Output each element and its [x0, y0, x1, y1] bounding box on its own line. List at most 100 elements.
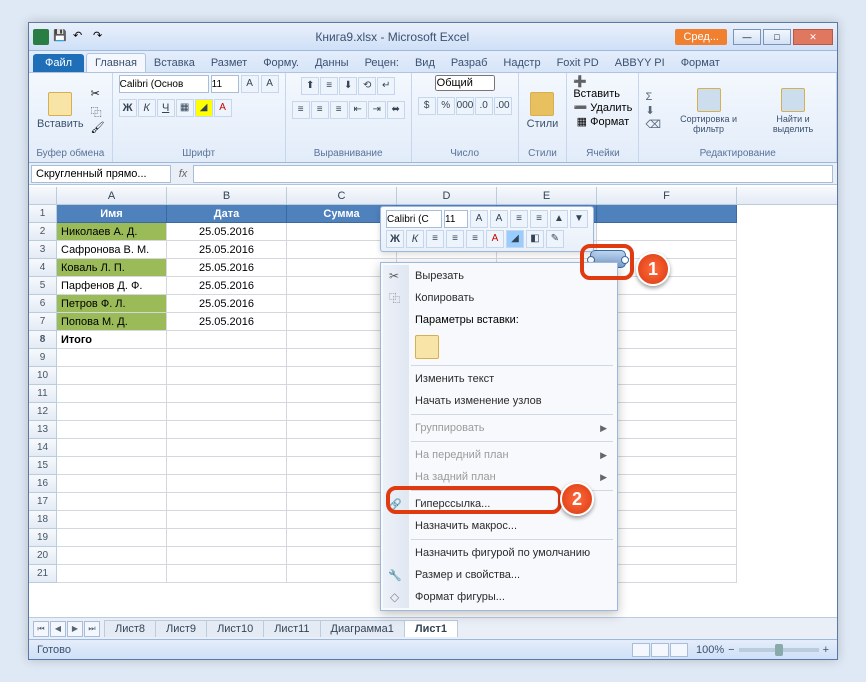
- align-left-icon[interactable]: ≡: [292, 101, 310, 119]
- tab-layout[interactable]: Размет: [203, 54, 255, 72]
- cell[interactable]: [57, 385, 167, 403]
- fx-icon[interactable]: fx: [173, 168, 193, 180]
- tab-formulas[interactable]: Форму.: [255, 54, 307, 72]
- cell[interactable]: [597, 565, 737, 583]
- cell[interactable]: [57, 421, 167, 439]
- view-break-icon[interactable]: [670, 643, 688, 657]
- cell[interactable]: [597, 511, 737, 529]
- sheet-prev-icon[interactable]: ◀: [50, 621, 66, 637]
- row-header[interactable]: 4: [29, 259, 57, 277]
- cells-insert[interactable]: ➕ Вставить: [573, 75, 632, 100]
- context-item-размер-и-свойства[interactable]: Размер и свойства...: [383, 564, 615, 586]
- border-button[interactable]: ▦: [176, 99, 194, 117]
- row-header[interactable]: 16: [29, 475, 57, 493]
- col-header-A[interactable]: A: [57, 187, 167, 204]
- row-header[interactable]: 2: [29, 223, 57, 241]
- cell[interactable]: [167, 529, 287, 547]
- sheet-tab[interactable]: Лист10: [206, 620, 264, 637]
- cell[interactable]: Парфенов Д. Ф.: [57, 277, 167, 295]
- format-painter-icon[interactable]: 🖌: [90, 120, 106, 136]
- underline-button[interactable]: Ч: [157, 99, 175, 117]
- row-header[interactable]: 8: [29, 331, 57, 349]
- copy-icon[interactable]: ⿻: [90, 103, 106, 119]
- cell[interactable]: [57, 565, 167, 583]
- view-normal-icon[interactable]: [632, 643, 650, 657]
- mini-font-color-icon[interactable]: A: [486, 230, 504, 248]
- tab-developer[interactable]: Разраб: [443, 54, 496, 72]
- sort-filter-button[interactable]: Сортировка и фильтр: [665, 86, 752, 136]
- sheet-tab[interactable]: Лист9: [155, 620, 207, 637]
- font-size-select[interactable]: [211, 75, 239, 93]
- cell[interactable]: [57, 349, 167, 367]
- cell[interactable]: [57, 367, 167, 385]
- indent-dec-icon[interactable]: ⇤: [349, 101, 367, 119]
- cell[interactable]: Имя: [57, 205, 167, 223]
- orient-icon[interactable]: ⟲: [358, 77, 376, 95]
- cell[interactable]: 25.05.2016: [167, 259, 287, 277]
- styles-button[interactable]: Стили: [525, 90, 561, 132]
- tab-format[interactable]: Формат: [673, 54, 728, 72]
- number-format-select[interactable]: [435, 75, 495, 91]
- formula-input[interactable]: [193, 165, 833, 183]
- font-grow-icon[interactable]: A: [241, 75, 259, 93]
- cell[interactable]: Попова М. Д.: [57, 313, 167, 331]
- row-header[interactable]: 6: [29, 295, 57, 313]
- cell[interactable]: [167, 331, 287, 349]
- align-top-icon[interactable]: ⬆: [301, 77, 319, 95]
- cell[interactable]: [57, 403, 167, 421]
- cell[interactable]: [597, 331, 737, 349]
- context-item-начать-изменение-узлов[interactable]: Начать изменение узлов: [383, 390, 615, 412]
- mini-grow-font-icon[interactable]: A: [470, 210, 488, 228]
- row-header[interactable]: 3: [29, 241, 57, 259]
- cells-format[interactable]: ▦ Формат: [577, 115, 630, 128]
- tab-addins[interactable]: Надстр: [495, 54, 548, 72]
- row-header[interactable]: 20: [29, 547, 57, 565]
- context-item-назначить-фигурой-по-умолчанию[interactable]: Назначить фигурой по умолчанию: [383, 542, 615, 564]
- select-all-corner[interactable]: [29, 187, 57, 204]
- row-header[interactable]: 5: [29, 277, 57, 295]
- row-header[interactable]: 17: [29, 493, 57, 511]
- mini-align-left-icon[interactable]: ≡: [510, 210, 528, 228]
- col-header-F[interactable]: F: [597, 187, 737, 204]
- italic-button[interactable]: К: [138, 99, 156, 117]
- cell[interactable]: 25.05.2016: [167, 277, 287, 295]
- find-select-button[interactable]: Найти и выделить: [756, 86, 830, 136]
- cell[interactable]: [597, 313, 737, 331]
- cell[interactable]: [167, 547, 287, 565]
- sheet-next-icon[interactable]: ▶: [67, 621, 83, 637]
- mini-send-back-icon[interactable]: ▼: [570, 210, 588, 228]
- mini-outline-icon[interactable]: ◧: [526, 230, 544, 248]
- row-header[interactable]: 12: [29, 403, 57, 421]
- font-shrink-icon[interactable]: A: [261, 75, 279, 93]
- fill-icon[interactable]: ⬇: [645, 104, 661, 117]
- mini-shrink-font-icon[interactable]: A: [490, 210, 508, 228]
- cell[interactable]: 25.05.2016: [167, 295, 287, 313]
- cell[interactable]: Коваль Л. П.: [57, 259, 167, 277]
- dec-inc-icon[interactable]: .0: [475, 97, 493, 115]
- cell[interactable]: [597, 439, 737, 457]
- tab-view[interactable]: Вид: [407, 54, 443, 72]
- autosum-icon[interactable]: Σ: [645, 91, 661, 103]
- tab-foxit[interactable]: Foxit PD: [549, 54, 607, 72]
- cell[interactable]: [167, 385, 287, 403]
- dec-dec-icon[interactable]: .00: [494, 97, 512, 115]
- cut-icon[interactable]: ✂: [90, 86, 106, 102]
- maximize-button[interactable]: □: [763, 29, 791, 45]
- paste-button[interactable]: Вставить: [35, 90, 86, 132]
- cell[interactable]: [597, 493, 737, 511]
- cell[interactable]: [57, 457, 167, 475]
- cell[interactable]: 25.05.2016: [167, 223, 287, 241]
- row-header[interactable]: 1: [29, 205, 57, 223]
- mini-bold-icon[interactable]: Ж: [386, 230, 404, 248]
- bold-button[interactable]: Ж: [119, 99, 137, 117]
- cell[interactable]: [597, 457, 737, 475]
- mini-align2-icon[interactable]: ≡: [446, 230, 464, 248]
- cell[interactable]: [597, 367, 737, 385]
- col-header-D[interactable]: D: [397, 187, 497, 204]
- cell[interactable]: [597, 295, 737, 313]
- cell[interactable]: [167, 511, 287, 529]
- align-center-icon[interactable]: ≡: [311, 101, 329, 119]
- cell[interactable]: [167, 493, 287, 511]
- zoom-in-icon[interactable]: +: [823, 644, 829, 656]
- cell[interactable]: [57, 547, 167, 565]
